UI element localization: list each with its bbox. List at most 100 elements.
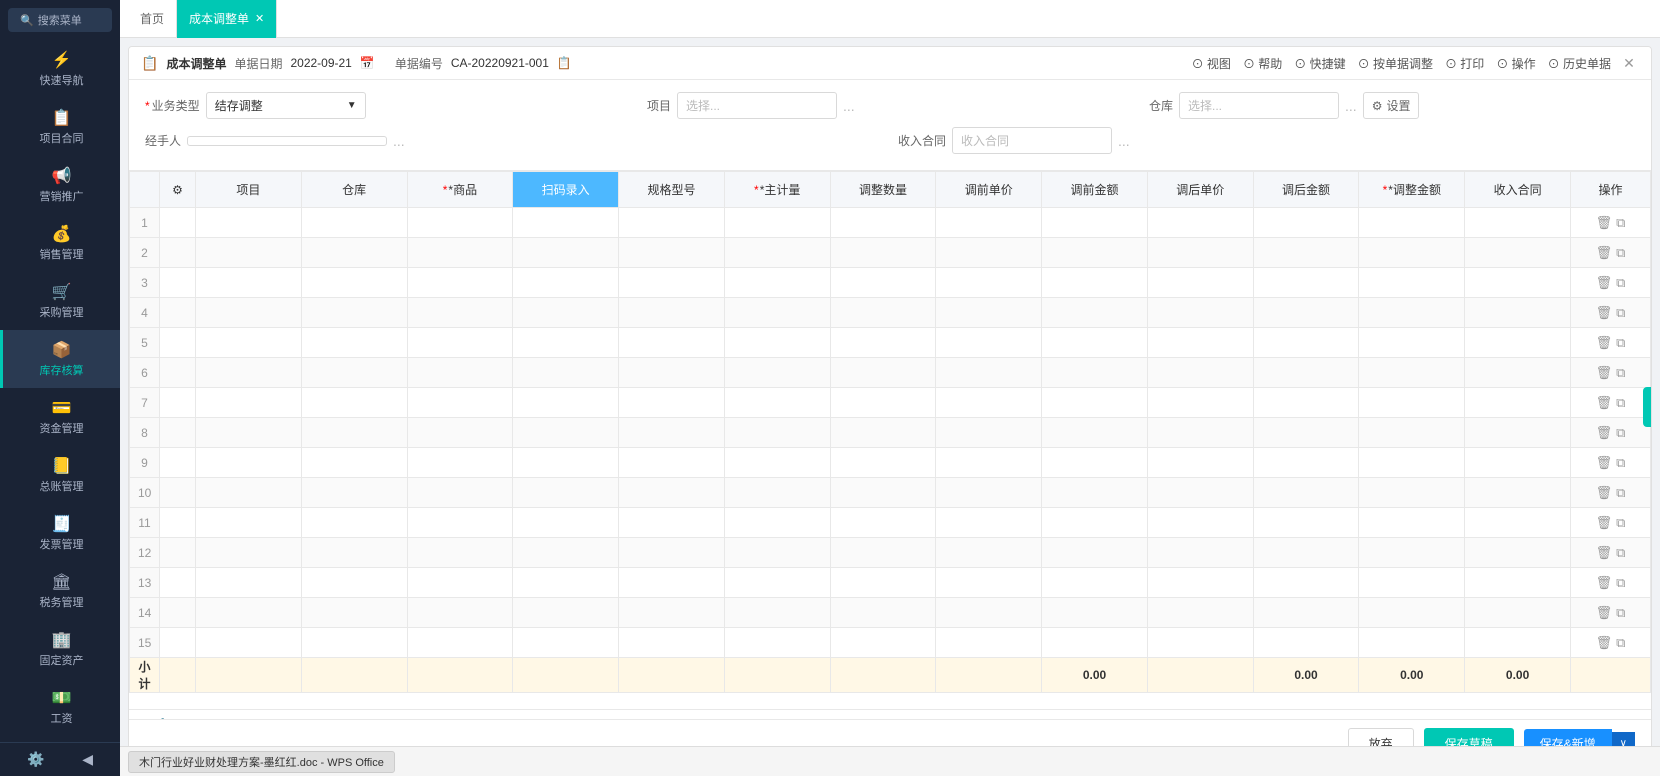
cell-before-price-7[interactable] <box>936 388 1042 418</box>
cell-settings-9[interactable] <box>160 448 196 478</box>
cell-product-10[interactable] <box>407 478 513 508</box>
cell-unit-10[interactable] <box>724 478 830 508</box>
cell-warehouse-6[interactable] <box>301 358 407 388</box>
cell-after-price-1[interactable] <box>1147 208 1253 238</box>
cell-spec-15[interactable] <box>619 628 725 658</box>
cell-income-contract-3[interactable] <box>1465 268 1571 298</box>
cell-project-3[interactable] <box>196 268 302 298</box>
sidebar-item-ledger-mgmt[interactable]: 📒 总账管理 <box>0 446 120 504</box>
cell-adjust-qty-9[interactable] <box>830 448 936 478</box>
cell-adjust-amount-5[interactable] <box>1359 328 1465 358</box>
copy-btn-15[interactable]: ⧉ <box>1616 635 1625 651</box>
cell-before-price-6[interactable] <box>936 358 1042 388</box>
cell-adjust-qty-3[interactable] <box>830 268 936 298</box>
sidebar-item-project-contract[interactable]: 📋 项目合同 <box>0 98 120 156</box>
cell-before-amount-14[interactable] <box>1042 598 1148 628</box>
cell-adjust-qty-15[interactable] <box>830 628 936 658</box>
cell-warehouse-11[interactable] <box>301 508 407 538</box>
cell-project-8[interactable] <box>196 418 302 448</box>
copy-btn-11[interactable]: ⧉ <box>1616 515 1625 531</box>
cell-before-amount-10[interactable] <box>1042 478 1148 508</box>
cell-adjust-amount-13[interactable] <box>1359 568 1465 598</box>
cell-product-14[interactable] <box>407 598 513 628</box>
cell-after-amount-9[interactable] <box>1253 448 1359 478</box>
cell-after-amount-10[interactable] <box>1253 478 1359 508</box>
cell-product-7[interactable] <box>407 388 513 418</box>
cell-scan-input-9[interactable] <box>513 448 619 478</box>
cell-adjust-amount-12[interactable] <box>1359 538 1465 568</box>
cell-settings-6[interactable] <box>160 358 196 388</box>
cell-spec-11[interactable] <box>619 508 725 538</box>
delete-btn-14[interactable]: 🗑 <box>1596 605 1613 621</box>
cell-settings-10[interactable] <box>160 478 196 508</box>
cell-warehouse-9[interactable] <box>301 448 407 478</box>
cell-income-contract-4[interactable] <box>1465 298 1571 328</box>
cell-after-price-13[interactable] <box>1147 568 1253 598</box>
cell-income-contract-2[interactable] <box>1465 238 1571 268</box>
cell-before-amount-4[interactable] <box>1042 298 1148 328</box>
cell-project-12[interactable] <box>196 538 302 568</box>
cell-before-price-8[interactable] <box>936 418 1042 448</box>
cell-settings-8[interactable] <box>160 418 196 448</box>
delete-btn-12[interactable]: 🗑 <box>1596 545 1613 561</box>
cell-before-amount-13[interactable] <box>1042 568 1148 598</box>
cell-project-1[interactable] <box>196 208 302 238</box>
tab-close-cost-adjustment[interactable]: ✕ <box>255 12 264 25</box>
cell-product-4[interactable] <box>407 298 513 328</box>
cell-adjust-amount-1[interactable] <box>1359 208 1465 238</box>
sidebar-item-purchase-mgmt[interactable]: 🛒 采购管理 <box>0 272 120 330</box>
cell-before-price-14[interactable] <box>936 598 1042 628</box>
copy-btn-7[interactable]: ⧉ <box>1616 395 1625 411</box>
settings-button[interactable]: ⚙ 设置 <box>1363 92 1420 119</box>
cell-after-price-10[interactable] <box>1147 478 1253 508</box>
cell-before-amount-15[interactable] <box>1042 628 1148 658</box>
cell-adjust-qty-11[interactable] <box>830 508 936 538</box>
copy-btn-5[interactable]: ⧉ <box>1616 335 1625 351</box>
cell-after-price-9[interactable] <box>1147 448 1253 478</box>
copy-btn-2[interactable]: ⧉ <box>1616 245 1625 261</box>
copy-btn-13[interactable]: ⧉ <box>1616 575 1625 591</box>
cell-before-price-5[interactable] <box>936 328 1042 358</box>
copy-btn-9[interactable]: ⧉ <box>1616 455 1625 471</box>
sidebar-item-sales-promotion[interactable]: 📢 营销推广 <box>0 156 120 214</box>
cell-adjust-amount-15[interactable] <box>1359 628 1465 658</box>
cell-warehouse-8[interactable] <box>301 418 407 448</box>
cell-unit-13[interactable] <box>724 568 830 598</box>
cell-product-15[interactable] <box>407 628 513 658</box>
cell-before-price-11[interactable] <box>936 508 1042 538</box>
cell-after-price-3[interactable] <box>1147 268 1253 298</box>
delete-btn-2[interactable]: 🗑 <box>1596 245 1613 261</box>
cell-scan-input-6[interactable] <box>513 358 619 388</box>
cell-after-price-7[interactable] <box>1147 388 1253 418</box>
delete-btn-6[interactable]: 🗑 <box>1596 365 1613 381</box>
cell-after-amount-13[interactable] <box>1253 568 1359 598</box>
cell-adjust-qty-14[interactable] <box>830 598 936 628</box>
close-button[interactable]: ✕ <box>1619 53 1639 73</box>
cell-adjust-amount-8[interactable] <box>1359 418 1465 448</box>
collapse-footer-icon[interactable]: ◀ <box>82 751 93 768</box>
cell-after-amount-4[interactable] <box>1253 298 1359 328</box>
copy-btn-8[interactable]: ⧉ <box>1616 425 1625 441</box>
cell-income-contract-14[interactable] <box>1465 598 1571 628</box>
cell-after-amount-11[interactable] <box>1253 508 1359 538</box>
cell-unit-4[interactable] <box>724 298 830 328</box>
cell-settings-4[interactable] <box>160 298 196 328</box>
cell-after-price-11[interactable] <box>1147 508 1253 538</box>
cell-unit-3[interactable] <box>724 268 830 298</box>
cell-scan-input-2[interactable] <box>513 238 619 268</box>
cell-before-price-12[interactable] <box>936 538 1042 568</box>
sidebar-item-inventory-calc[interactable]: 📦 库存核算 <box>0 330 120 388</box>
cell-project-15[interactable] <box>196 628 302 658</box>
cell-spec-12[interactable] <box>619 538 725 568</box>
cell-spec-7[interactable] <box>619 388 725 418</box>
cell-product-2[interactable] <box>407 238 513 268</box>
cell-before-amount-1[interactable] <box>1042 208 1148 238</box>
cell-product-9[interactable] <box>407 448 513 478</box>
cell-after-price-8[interactable] <box>1147 418 1253 448</box>
cell-adjust-amount-14[interactable] <box>1359 598 1465 628</box>
cell-scan-input-8[interactable] <box>513 418 619 448</box>
cell-scan-input-15[interactable] <box>513 628 619 658</box>
cell-adjust-qty-5[interactable] <box>830 328 936 358</box>
cell-adjust-qty-6[interactable] <box>830 358 936 388</box>
cell-warehouse-12[interactable] <box>301 538 407 568</box>
